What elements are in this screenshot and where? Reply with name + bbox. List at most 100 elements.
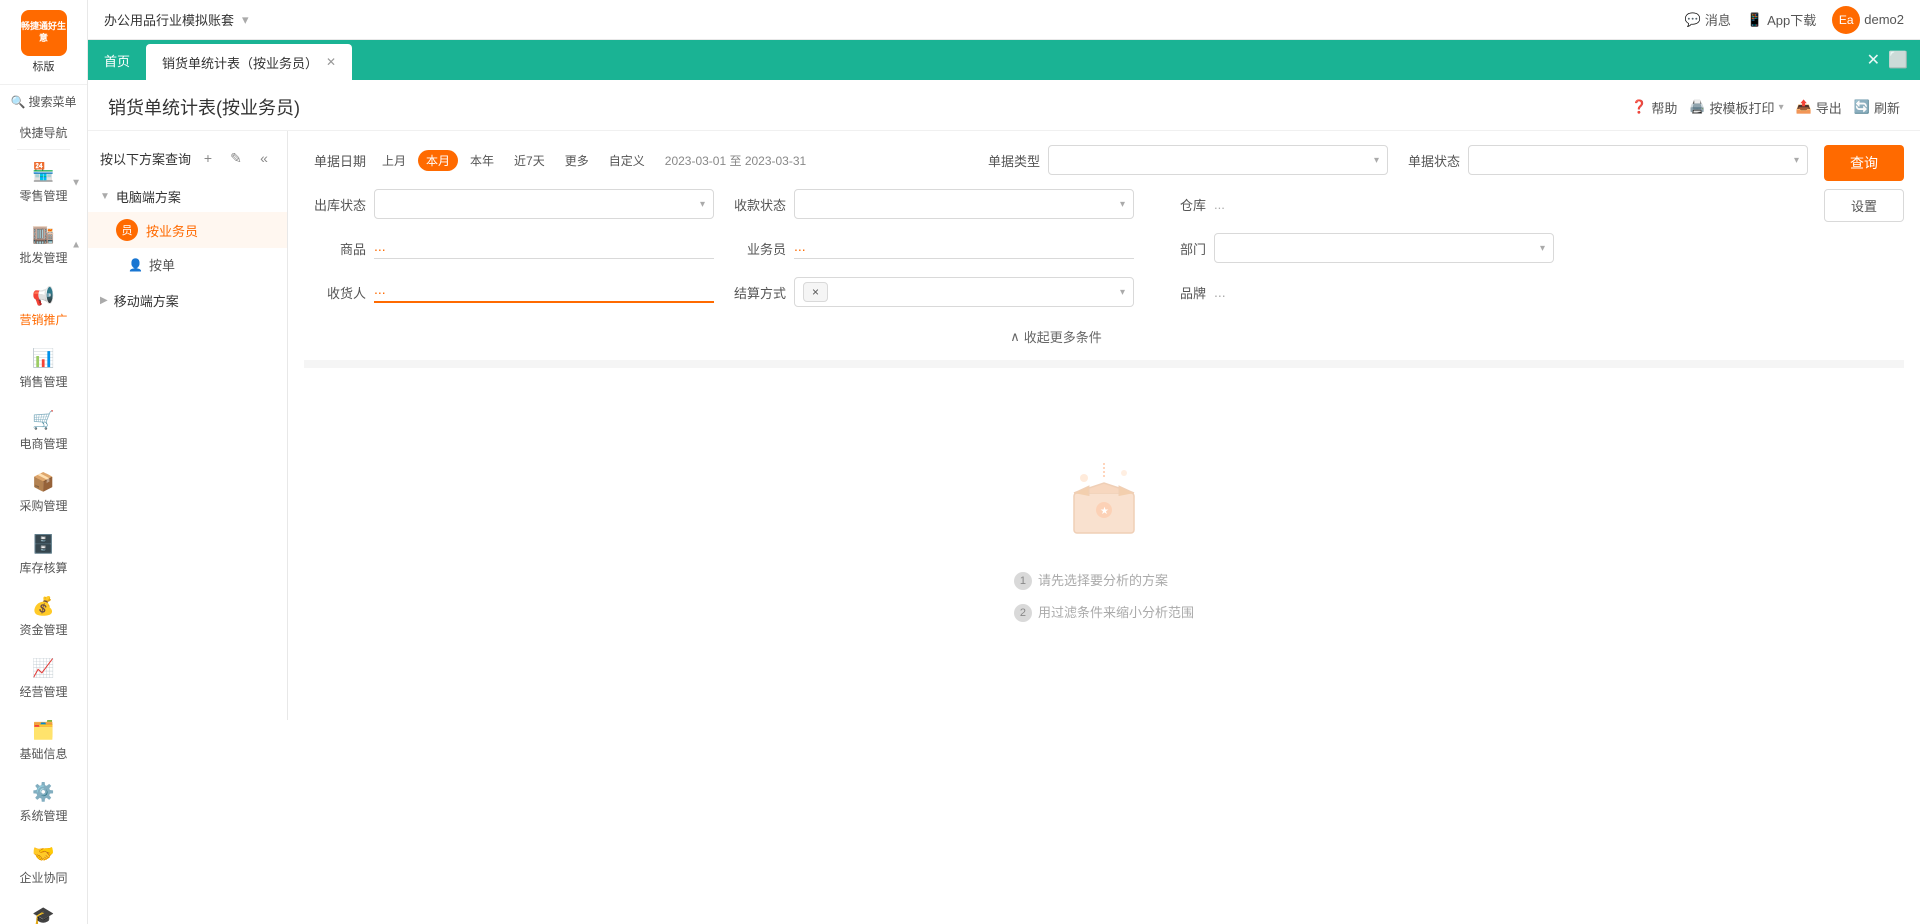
warehouse-field: ... xyxy=(1214,197,1554,212)
topbar-right: 💬 消息 📱 App下载 Ea demo2 xyxy=(1685,6,1904,34)
wholesale-expand-icon: ▲ xyxy=(71,240,81,251)
edit-scheme-btn[interactable]: ✎ xyxy=(225,147,247,169)
mobile-group-header[interactable]: ▶ 移动端方案 xyxy=(88,285,287,316)
mobile-group-label: 移动端方案 xyxy=(114,291,179,310)
tab-maximize-icon[interactable]: ⬜ xyxy=(1888,50,1908,70)
settings-btn[interactable]: 设置 xyxy=(1824,189,1904,222)
date-btn-more[interactable]: 更多 xyxy=(557,149,597,172)
sidebar-item-inventory[interactable]: 🗄️ 库存核算 xyxy=(0,524,87,586)
consignee-ellipsis[interactable]: ... xyxy=(374,281,386,297)
goods-ellipsis[interactable]: ... xyxy=(374,238,386,254)
settlement-tag[interactable]: × xyxy=(803,282,828,302)
receive-status-select[interactable]: ▾ xyxy=(794,189,1134,219)
industry-dropdown-arrow[interactable]: ▾ xyxy=(242,12,249,28)
basic-label: 基础信息 xyxy=(19,745,67,762)
export-btn[interactable]: 📤 导出 xyxy=(1796,98,1842,117)
brand-field: ... xyxy=(1214,284,1554,300)
page-header: 销货单统计表(按业务员) ❓ 帮助 🖨️ 按模板打印 ▾ 📤 导出 xyxy=(88,80,1920,131)
tab-close-all-icon[interactable]: ✕ xyxy=(1867,50,1880,70)
status-filter-select[interactable]: ▾ xyxy=(1468,145,1808,175)
sidebar-item-purchase[interactable]: 📦 采购管理 xyxy=(0,462,87,524)
user-menu[interactable]: Ea demo2 xyxy=(1832,6,1904,34)
brand-ellipsis[interactable]: ... xyxy=(1214,284,1226,300)
help-btn[interactable]: ❓ 帮助 xyxy=(1631,98,1677,117)
collapse-label: 收起更多条件 xyxy=(1024,327,1102,346)
action-btn-group: 查询 设置 xyxy=(1824,145,1904,222)
sidebar-item-system[interactable]: ⚙️ 系统管理 xyxy=(0,772,87,834)
collapse-filter-btn[interactable]: ∧ 收起更多条件 xyxy=(1010,321,1102,352)
logo-text: 标版 xyxy=(33,60,55,74)
sidebar-item-newbie[interactable]: 🎓 新手引导 xyxy=(0,896,87,924)
dept-label: 部门 xyxy=(1134,239,1214,258)
search-menu-item[interactable]: 🔍 搜索菜单 xyxy=(0,85,87,118)
settlement-label: 结算方式 xyxy=(714,283,794,302)
date-btn-this-month[interactable]: 本月 xyxy=(418,150,458,171)
sub-item-icon: 👤 xyxy=(128,258,143,272)
query-btn[interactable]: 查询 xyxy=(1824,145,1904,181)
industry-label: 办公用品行业模拟账套 xyxy=(104,10,234,29)
user-name: demo2 xyxy=(1864,12,1904,27)
sidebar-item-finance[interactable]: 💰 资金管理 xyxy=(0,586,87,648)
date-btn-custom[interactable]: 自定义 xyxy=(601,149,653,172)
refresh-icon: 🔄 xyxy=(1854,99,1870,115)
sales-icon: 📊 xyxy=(32,348,54,369)
finance-label: 资金管理 xyxy=(19,621,67,638)
filter-row-4: 收货人 ... 结算方式 × xyxy=(304,277,1808,307)
date-filter-value: 上月 本月 本年 近7天 更多 自定义 2023-03-01 至 2023-03… xyxy=(374,149,968,172)
dept-select[interactable]: ▾ xyxy=(1214,233,1554,263)
empty-tip-2: 2 用过滤条件来缩小分析范围 xyxy=(1014,600,1194,626)
pc-group-header[interactable]: ▼ 电脑端方案 xyxy=(88,181,287,212)
collapse-icon: ∧ xyxy=(1010,329,1020,345)
sidebar-item-operations[interactable]: 📈 经营管理 xyxy=(0,648,87,710)
section-separator xyxy=(304,360,1904,368)
scheme-query-title: 按以下方案查询 xyxy=(100,149,191,168)
tab-sales-stats[interactable]: 销货单统计表（按业务员） ✕ xyxy=(146,44,352,80)
template-print-btn[interactable]: 🖨️ 按模板打印 ▾ xyxy=(1689,98,1783,117)
quick-nav-item[interactable]: 快捷导航 xyxy=(0,118,87,147)
settlement-select[interactable]: × ▾ xyxy=(794,277,1134,307)
consignee-label: 收货人 xyxy=(304,283,374,302)
wholesale-icon: 🏬 xyxy=(32,224,54,245)
sidebar-item-enterprise[interactable]: 🤝 企业协同 xyxy=(0,834,87,896)
retail-label: 零售管理 xyxy=(19,187,67,204)
receive-status-label: 收款状态 xyxy=(714,195,794,214)
sidebar-item-marketing[interactable]: 📢 营销推广 xyxy=(0,276,87,338)
date-filter-label: 单据日期 xyxy=(304,151,374,170)
sidebar-divider-1 xyxy=(17,149,69,150)
empty-illustration: ★ xyxy=(1054,448,1154,548)
date-btn-last-month[interactable]: 上月 xyxy=(374,149,414,172)
sidebar-item-wholesale[interactable]: 🏬 批发管理 ▲ xyxy=(0,214,87,276)
filter-row-1: 单据日期 上月 本月 本年 近7天 更多 自定义 xyxy=(304,145,1808,175)
finance-icon: 💰 xyxy=(32,596,54,617)
tab-home[interactable]: 首页 xyxy=(88,40,146,80)
staff-ellipsis[interactable]: ... xyxy=(794,238,806,254)
active-scheme-label: 按业务员 xyxy=(146,221,198,240)
sidebar-item-ecommerce[interactable]: 🛒 电商管理 xyxy=(0,400,87,462)
message-btn[interactable]: 💬 消息 xyxy=(1685,10,1731,29)
tip-1-num: 1 xyxy=(1014,572,1032,590)
settlement-tag-close[interactable]: × xyxy=(812,285,819,299)
date-filter: 上月 本月 本年 近7天 更多 自定义 2023-03-01 至 2023-03… xyxy=(374,149,806,172)
app-download-btn[interactable]: 📱 App下载 xyxy=(1747,10,1816,29)
date-btn-7days[interactable]: 近7天 xyxy=(506,149,553,172)
left-panel-actions: + ✎ « xyxy=(197,147,275,169)
tip-2-text: 用过滤条件来缩小分析范围 xyxy=(1038,600,1194,626)
add-scheme-btn[interactable]: + xyxy=(197,147,219,169)
goods-label: 商品 xyxy=(304,239,374,258)
sidebar-item-retail[interactable]: 🏪 零售管理 ▼ xyxy=(0,152,87,214)
out-status-select[interactable]: ▾ xyxy=(374,189,714,219)
collapse-panel-btn[interactable]: « xyxy=(253,147,275,169)
left-panel: 按以下方案查询 + ✎ « ▼ 电脑端方案 员 xyxy=(88,131,288,720)
scheme-item-by-staff[interactable]: 员 按业务员 xyxy=(88,212,287,248)
sidebar-item-sales[interactable]: 📊 销售管理 xyxy=(0,338,87,400)
date-btn-this-year[interactable]: 本年 xyxy=(462,149,502,172)
help-label: 帮助 xyxy=(1651,98,1677,117)
refresh-btn[interactable]: 🔄 刷新 xyxy=(1854,98,1900,117)
tab-home-label: 首页 xyxy=(104,51,130,70)
svg-text:★: ★ xyxy=(1100,506,1109,517)
tab-close-icon[interactable]: ✕ xyxy=(326,55,336,69)
type-filter-select[interactable]: ▾ xyxy=(1048,145,1388,175)
sidebar-item-basic[interactable]: 🗂️ 基础信息 xyxy=(0,710,87,772)
warehouse-ellipsis[interactable]: ... xyxy=(1214,197,1225,212)
scheme-sub-item-by-order[interactable]: 👤 按单 xyxy=(88,248,287,281)
